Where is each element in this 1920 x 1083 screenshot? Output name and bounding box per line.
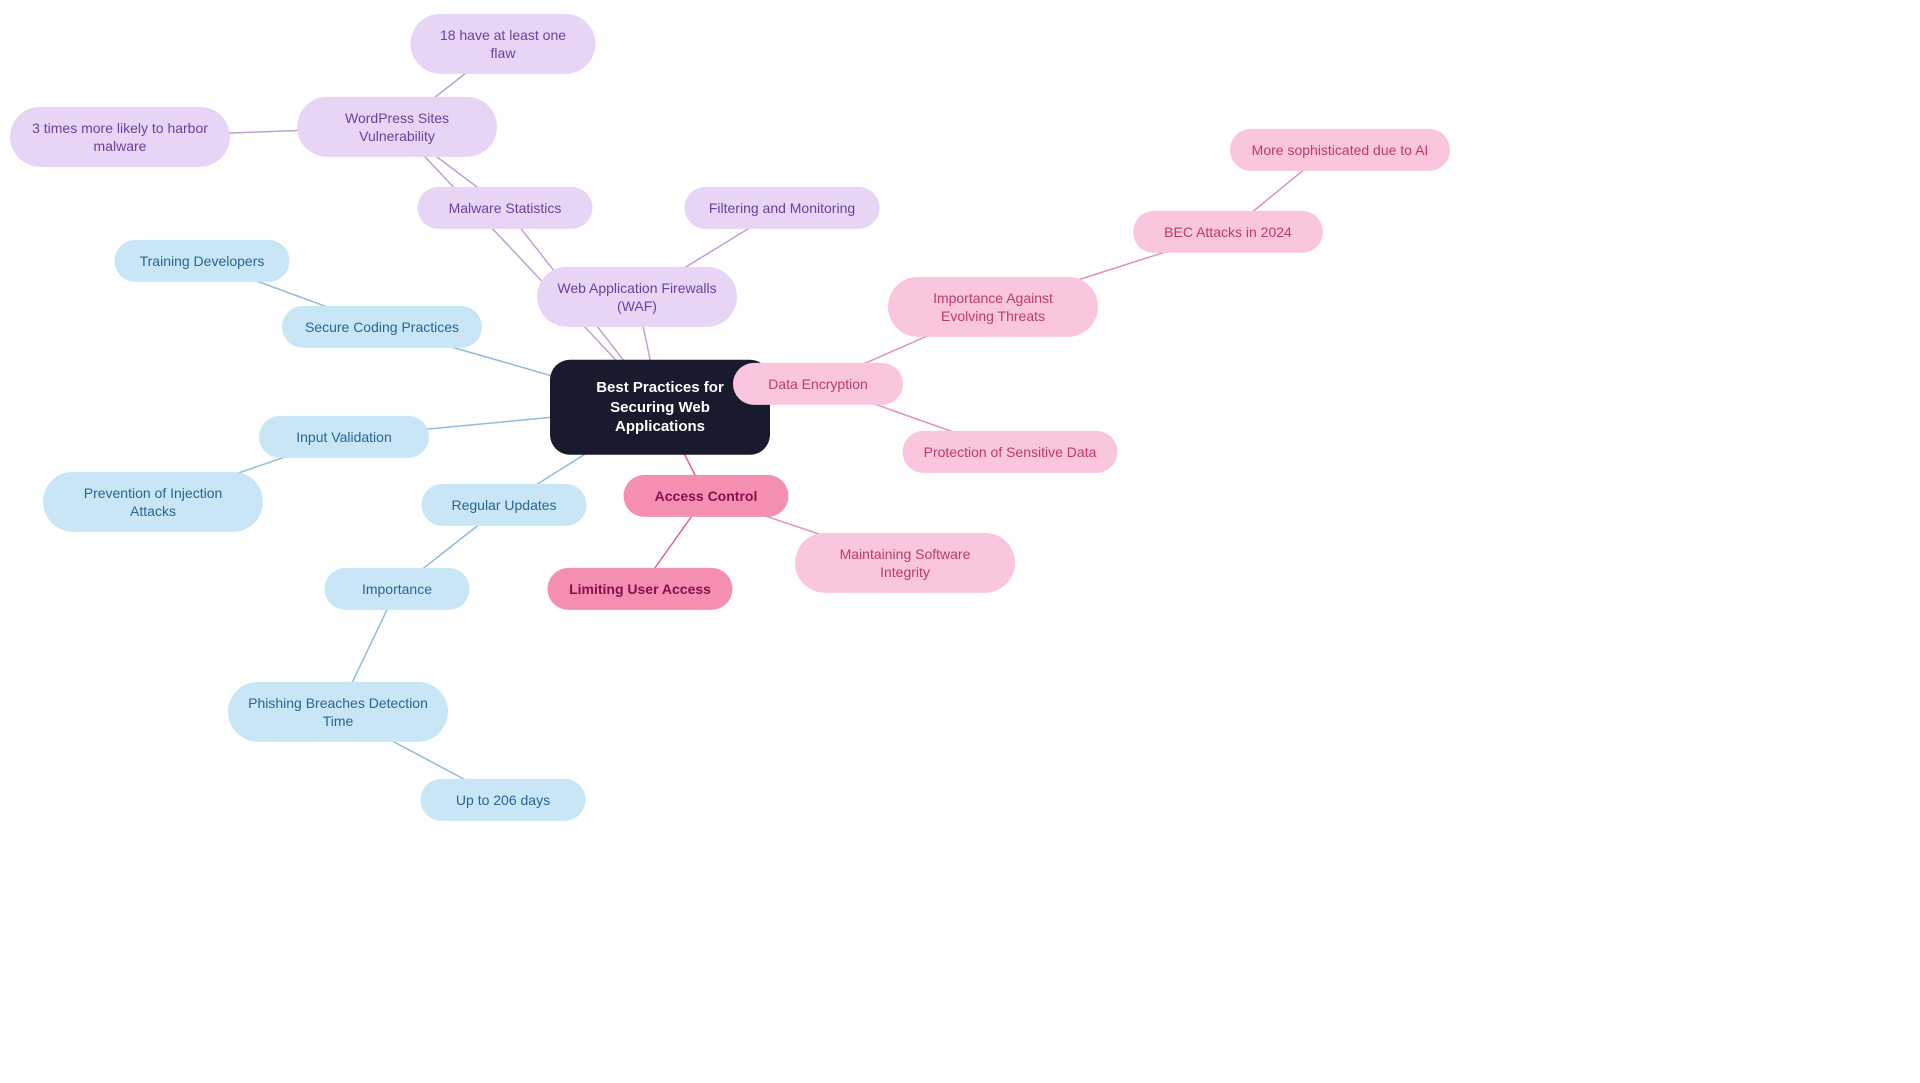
- phishing-label: Phishing Breaches Detection Time: [248, 694, 428, 730]
- protection-node[interactable]: Protection of Sensitive Data: [903, 431, 1118, 473]
- more-sophisticated-node[interactable]: More sophisticated due to AI: [1230, 129, 1450, 171]
- wordpress-label: WordPress Sites Vulnerability: [317, 109, 477, 145]
- secure-coding-label: Secure Coding Practices: [305, 318, 459, 336]
- importance-evolving-node[interactable]: Importance Against Evolving Threats: [888, 277, 1098, 337]
- access-control-node[interactable]: Access Control: [624, 475, 789, 517]
- prevention-label: Prevention of Injection Attacks: [63, 484, 243, 520]
- input-validation-node[interactable]: Input Validation: [259, 416, 429, 458]
- regular-updates-node[interactable]: Regular Updates: [422, 484, 587, 526]
- bec-attacks-label: BEC Attacks in 2024: [1164, 223, 1292, 241]
- filtering-label: Filtering and Monitoring: [709, 199, 855, 217]
- limiting-user-label: Limiting User Access: [569, 580, 711, 598]
- harbor-malware-node[interactable]: 3 times more likely to harbor malware: [10, 107, 230, 167]
- training-dev-node[interactable]: Training Developers: [115, 240, 290, 282]
- importance-node[interactable]: Importance: [325, 568, 470, 610]
- filtering-node[interactable]: Filtering and Monitoring: [685, 187, 880, 229]
- secure-coding-node[interactable]: Secure Coding Practices: [282, 306, 482, 348]
- input-validation-label: Input Validation: [296, 428, 391, 446]
- prevention-node[interactable]: Prevention of Injection Attacks: [43, 472, 263, 532]
- malware-stat-node[interactable]: 18 have at least one flaw: [411, 14, 596, 74]
- regular-updates-label: Regular Updates: [451, 496, 556, 514]
- limiting-user-node[interactable]: Limiting User Access: [548, 568, 733, 610]
- harbor-malware-label: 3 times more likely to harbor malware: [30, 119, 210, 155]
- importance-evolving-label: Importance Against Evolving Threats: [908, 289, 1078, 325]
- upto-206-label: Up to 206 days: [456, 791, 550, 809]
- malware-statistics-node[interactable]: Malware Statistics: [418, 187, 593, 229]
- waf-label: Web Application Firewalls (WAF): [557, 279, 717, 315]
- protection-label: Protection of Sensitive Data: [924, 443, 1097, 461]
- training-dev-label: Training Developers: [140, 252, 265, 270]
- importance-label: Importance: [362, 580, 432, 598]
- maintaining-node[interactable]: Maintaining Software Integrity: [795, 533, 1015, 593]
- center-label: Best Practices for Securing Web Applicat…: [574, 378, 746, 437]
- maintaining-label: Maintaining Software Integrity: [815, 545, 995, 581]
- malware-statistics-label: Malware Statistics: [449, 199, 562, 217]
- more-sophisticated-label: More sophisticated due to AI: [1252, 141, 1429, 159]
- upto-206-node[interactable]: Up to 206 days: [421, 779, 586, 821]
- access-control-label: Access Control: [655, 487, 758, 505]
- data-encryption-node[interactable]: Data Encryption: [733, 363, 903, 405]
- data-encryption-label: Data Encryption: [768, 375, 868, 393]
- waf-node[interactable]: Web Application Firewalls (WAF): [537, 267, 737, 327]
- bec-attacks-node[interactable]: BEC Attacks in 2024: [1133, 211, 1323, 253]
- malware-stat-label: 18 have at least one flaw: [431, 26, 576, 62]
- wordpress-node[interactable]: WordPress Sites Vulnerability: [297, 97, 497, 157]
- phishing-node[interactable]: Phishing Breaches Detection Time: [228, 682, 448, 742]
